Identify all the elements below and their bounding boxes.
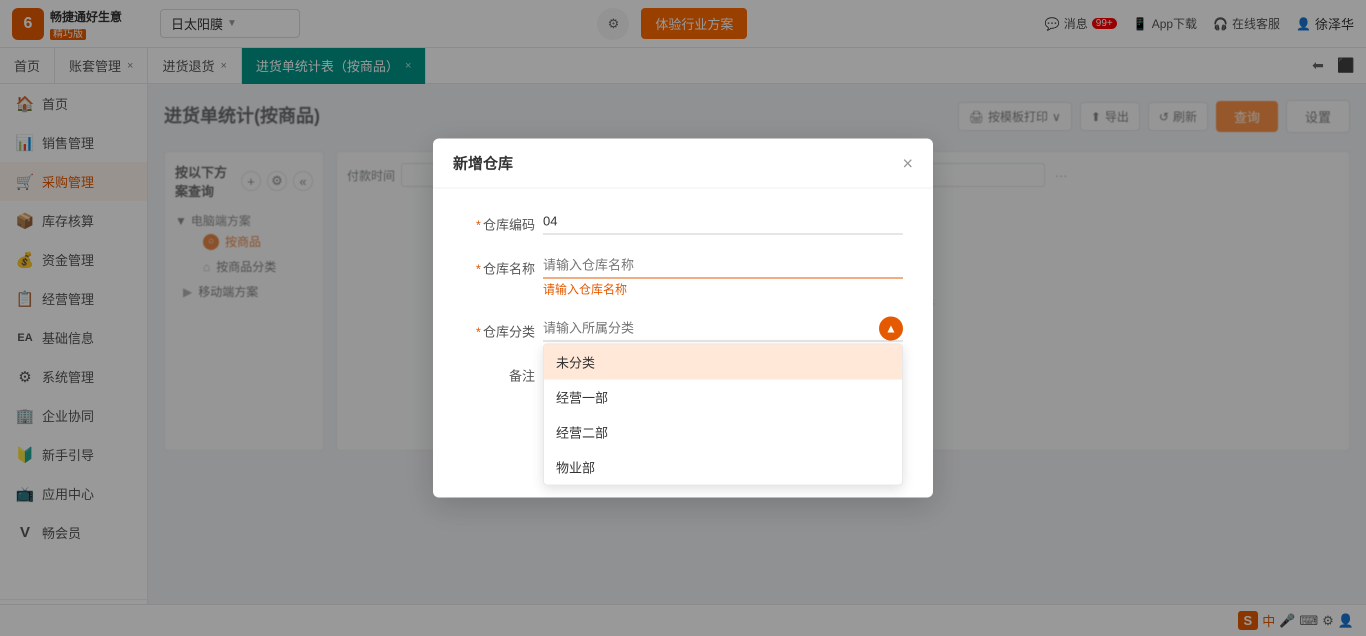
name-label: 仓库名称 — [463, 253, 543, 278]
dropdown-item-ops1[interactable]: 经营一部 — [544, 380, 902, 415]
add-warehouse-modal: 新增仓库 × 仓库编码 仓库名称 请输入仓库名称 仓库分类 ▲ — [433, 139, 933, 498]
dropdown-item-ops2[interactable]: 经营二部 — [544, 415, 902, 450]
category-dropdown-arrow[interactable]: ▲ — [879, 317, 903, 341]
category-input[interactable] — [543, 316, 903, 342]
remark-label: 备注 — [463, 360, 543, 385]
category-select-wrapper: ▲ 未分类 经营一部 经营二部 物业部 — [543, 316, 903, 342]
form-row-category: 仓库分类 ▲ 未分类 经营一部 经营二部 物业部 — [463, 316, 903, 342]
form-row-name: 仓库名称 请输入仓库名称 — [463, 253, 903, 298]
form-row-code: 仓库编码 — [463, 209, 903, 235]
dropdown-item-uncategorized[interactable]: 未分类 — [544, 345, 902, 380]
name-input[interactable] — [543, 253, 903, 279]
modal-header: 新增仓库 × — [433, 139, 933, 189]
category-dropdown-list: 未分类 经营一部 经营二部 物业部 — [543, 344, 903, 486]
name-field: 请输入仓库名称 — [543, 253, 903, 298]
category-label: 仓库分类 — [463, 316, 543, 341]
modal-title: 新增仓库 — [453, 153, 513, 174]
name-error-msg: 请输入仓库名称 — [543, 281, 903, 298]
modal-body: 仓库编码 仓库名称 请输入仓库名称 仓库分类 ▲ 未分类 — [433, 189, 933, 411]
dropdown-item-property[interactable]: 物业部 — [544, 450, 902, 485]
code-label: 仓库编码 — [463, 209, 543, 234]
code-field — [543, 209, 903, 235]
modal-close-icon[interactable]: × — [902, 154, 913, 172]
code-input[interactable] — [543, 209, 903, 235]
category-field: ▲ 未分类 经营一部 经营二部 物业部 — [543, 316, 903, 342]
